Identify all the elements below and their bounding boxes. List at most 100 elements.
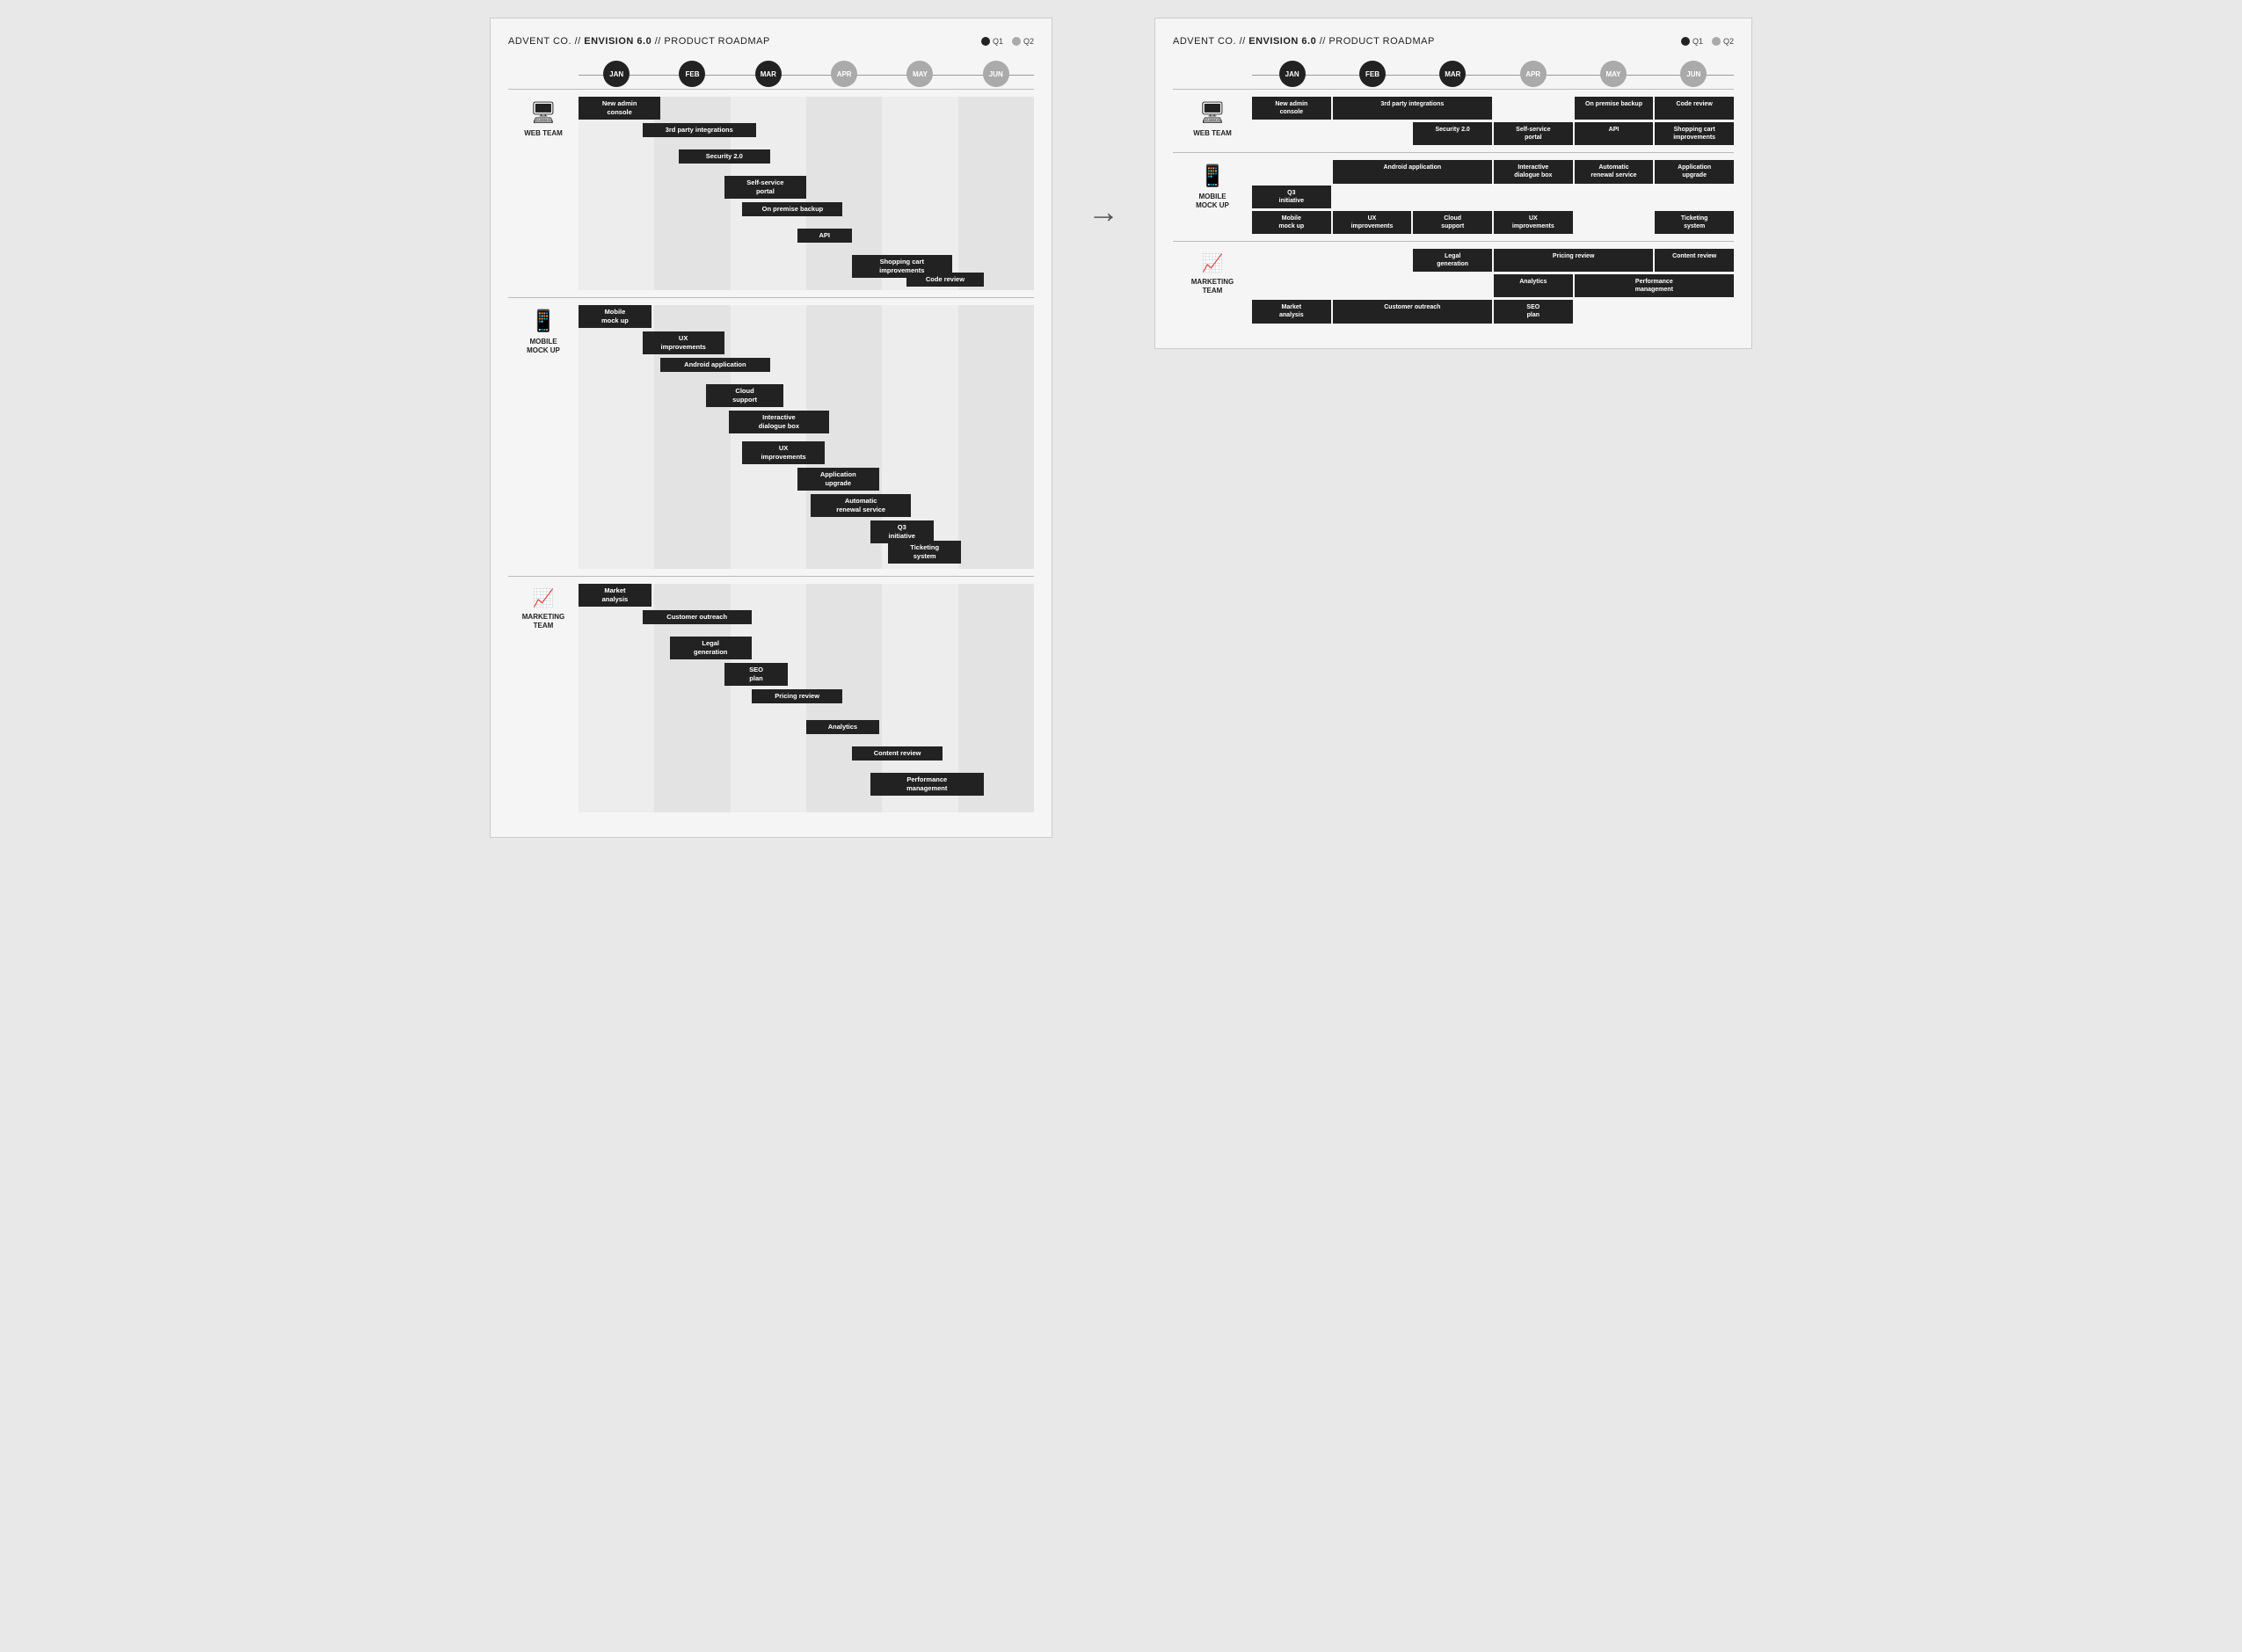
compact-title-suffix: // PRODUCT ROADMAP (1316, 36, 1435, 47)
compact-mkt-sp5 (1413, 274, 1492, 297)
compact-task-cloud: Cloudsupport (1413, 211, 1492, 234)
marketing-team-icon: 📈 (533, 587, 555, 609)
task-application-upgrade: Applicationupgrade (797, 468, 879, 491)
month-mar: MAR (731, 61, 806, 87)
compact-month-jan: JAN (1252, 61, 1332, 87)
compact-task-auto-renewal: Automaticrenewal service (1575, 160, 1654, 183)
arrow-icon: → (1088, 193, 1119, 230)
compact-mobile-row1: Android application Interactivedialogue … (1252, 160, 1734, 207)
task-auto-renewal: Automaticrenewal service (811, 494, 911, 517)
mobile-team-label: 📱 MOBILEMOCK UP (508, 305, 579, 569)
compact-task-api: API (1575, 122, 1654, 145)
task-cloud-support: Cloudsupport (706, 384, 783, 407)
mobile-team-icon: 📱 (530, 309, 557, 334)
compact-m-spacer-2 (1575, 211, 1654, 234)
compact-web-tasks: New adminconsole 3rd party integrations … (1252, 97, 1734, 145)
task-legal-generation: Legalgeneration (670, 637, 752, 659)
month-apr: APR (806, 61, 882, 87)
compact-mkt-sp6 (1575, 300, 1654, 323)
right-compact-panel: ADVENT CO. // ENVISION 6.0 // PRODUCT RO… (1154, 18, 1752, 349)
compact-task-customer-outreach: Customer outreach (1333, 300, 1492, 323)
compact-task-3rd-party: 3rd party integrations (1333, 97, 1492, 120)
compact-mkt-row2: Analytics Performancemanagement (1252, 274, 1734, 297)
compact-task-analytics: Analytics (1494, 274, 1573, 297)
compact-month-circle-jan: JAN (1279, 61, 1306, 87)
task-code-review: Code review (906, 273, 984, 287)
compact-month-circle-may: MAY (1600, 61, 1627, 87)
compact-mkt-row3: Marketanalysis Customer outreach SEOplan (1252, 300, 1734, 323)
col-bg-jun2 (958, 305, 1034, 569)
q2-dot (1012, 37, 1021, 46)
compact-m-spacer-1 (1252, 160, 1331, 183)
compact-q2-label: Q2 (1723, 37, 1734, 46)
compact-task-market: Marketanalysis (1252, 300, 1331, 323)
compact-web-team: 🖥 WEB TEAM New adminconsole 3rd party in… (1173, 89, 1734, 152)
task-analytics: Analytics (806, 720, 879, 734)
task-api: API (797, 229, 852, 243)
task-seo-plan: SEOplan (724, 663, 789, 686)
task-mobile-mockup: Mobilemock up (579, 305, 651, 328)
task-performance-mgmt: Performancemanagement (870, 773, 985, 796)
compact-task-perf-mgmt: Performancemanagement (1575, 274, 1734, 297)
compact-marketing-label: 📈 MARKETINGTEAM (1173, 249, 1252, 324)
compact-marketing-icon: 📈 (1202, 252, 1224, 274)
compact-legend-q2: Q2 (1712, 37, 1734, 46)
compact-spacer-1 (1494, 97, 1573, 120)
mobile-team-name: MOBILEMOCK UP (527, 338, 560, 354)
compact-task-content-review: Content review (1655, 249, 1734, 272)
left-chart-panel: ADVENT CO. // ENVISION 6.0 // PRODUCT RO… (490, 18, 1052, 838)
compact-web-name: WEB TEAM (1193, 129, 1232, 138)
compact-web-row2: Security 2.0 Self-serviceportal API Shop… (1252, 122, 1734, 145)
compact-mkt-sp7 (1655, 300, 1734, 323)
compact-mobile-team: 📱 MOBILEMOCK UP Android application Inte… (1173, 152, 1734, 241)
month-circle-mar: MAR (755, 61, 782, 87)
compact-month-may: MAY (1573, 61, 1653, 87)
month-feb: FEB (654, 61, 730, 87)
web-team-name: WEB TEAM (524, 129, 563, 138)
compact-mkt-sp3 (1252, 274, 1331, 297)
compact-mkt-sp1 (1252, 249, 1331, 272)
compact-title-normal: ADVENT CO. // (1173, 36, 1248, 47)
compact-task-ticketing: Ticketingsystem (1655, 211, 1734, 234)
compact-month-mar: MAR (1413, 61, 1493, 87)
col-bg-mar2 (731, 305, 806, 569)
q1-label: Q1 (993, 37, 1003, 46)
task-android-app: Android application (660, 358, 769, 372)
compact-mkt-sp2 (1333, 249, 1412, 272)
marketing-team-section: 📈 MARKETINGTEAM Marketanalysis Customer … (508, 576, 1034, 819)
task-security: Security 2.0 (679, 149, 770, 164)
page-wrapper: ADVENT CO. // ENVISION 6.0 // PRODUCT RO… (490, 18, 1752, 838)
compact-task-on-premise: On premise backup (1575, 97, 1654, 120)
compact-legend-q1: Q1 (1681, 37, 1703, 46)
compact-task-ux-1: UXimprovements (1333, 211, 1412, 234)
compact-task-ux-2: UXimprovements (1494, 211, 1573, 234)
compact-q1-label: Q1 (1692, 37, 1703, 46)
compact-month-jun: JUN (1654, 61, 1734, 87)
compact-q1-dot (1681, 37, 1690, 46)
month-circle-feb: FEB (679, 61, 705, 87)
compact-spacer-3 (1333, 122, 1412, 145)
compact-web-row1: New adminconsole 3rd party integrations … (1252, 97, 1734, 120)
q1-dot (981, 37, 990, 46)
legend: Q1 Q2 (981, 37, 1034, 46)
compact-marketing-team: 📈 MARKETINGTEAM Legalgeneration Pricing … (1173, 241, 1734, 331)
task-q3-initiative: Q3initiative (870, 520, 935, 543)
compact-task-interactive: Interactivedialogue box (1494, 160, 1573, 183)
compact-web-label: 🖥 WEB TEAM (1173, 97, 1252, 145)
task-ux-improvements-1: UXimprovements (643, 331, 724, 354)
task-market-analysis: Marketanalysis (579, 584, 651, 607)
mobile-team-section: 📱 MOBILEMOCK UP Mobilemock up UXimprovem… (508, 297, 1034, 576)
arrow-wrapper: → (1088, 18, 1119, 230)
compact-spacer-2 (1252, 122, 1331, 145)
mobile-team-tasks: Mobilemock up UXimprovements Android app… (579, 305, 1034, 569)
compact-q2-dot (1712, 37, 1721, 46)
web-team-section: 🖥 WEB TEAM New adminconsole 3rd party in… (508, 89, 1034, 297)
compact-title-bold: ENVISION 6.0 (1248, 36, 1316, 47)
task-interactive-dialogue: Interactivedialogue box (729, 411, 829, 433)
compact-month-circle-feb: FEB (1359, 61, 1386, 87)
compact-timeline-months: JAN FEB MAR APR MAY JUN (1252, 61, 1734, 87)
chart-title: ADVENT CO. // ENVISION 6.0 // PRODUCT RO… (508, 36, 770, 47)
month-jun: JUN (958, 61, 1034, 87)
compact-task-legal: Legalgeneration (1413, 249, 1492, 272)
month-circle-apr: APR (831, 61, 857, 87)
